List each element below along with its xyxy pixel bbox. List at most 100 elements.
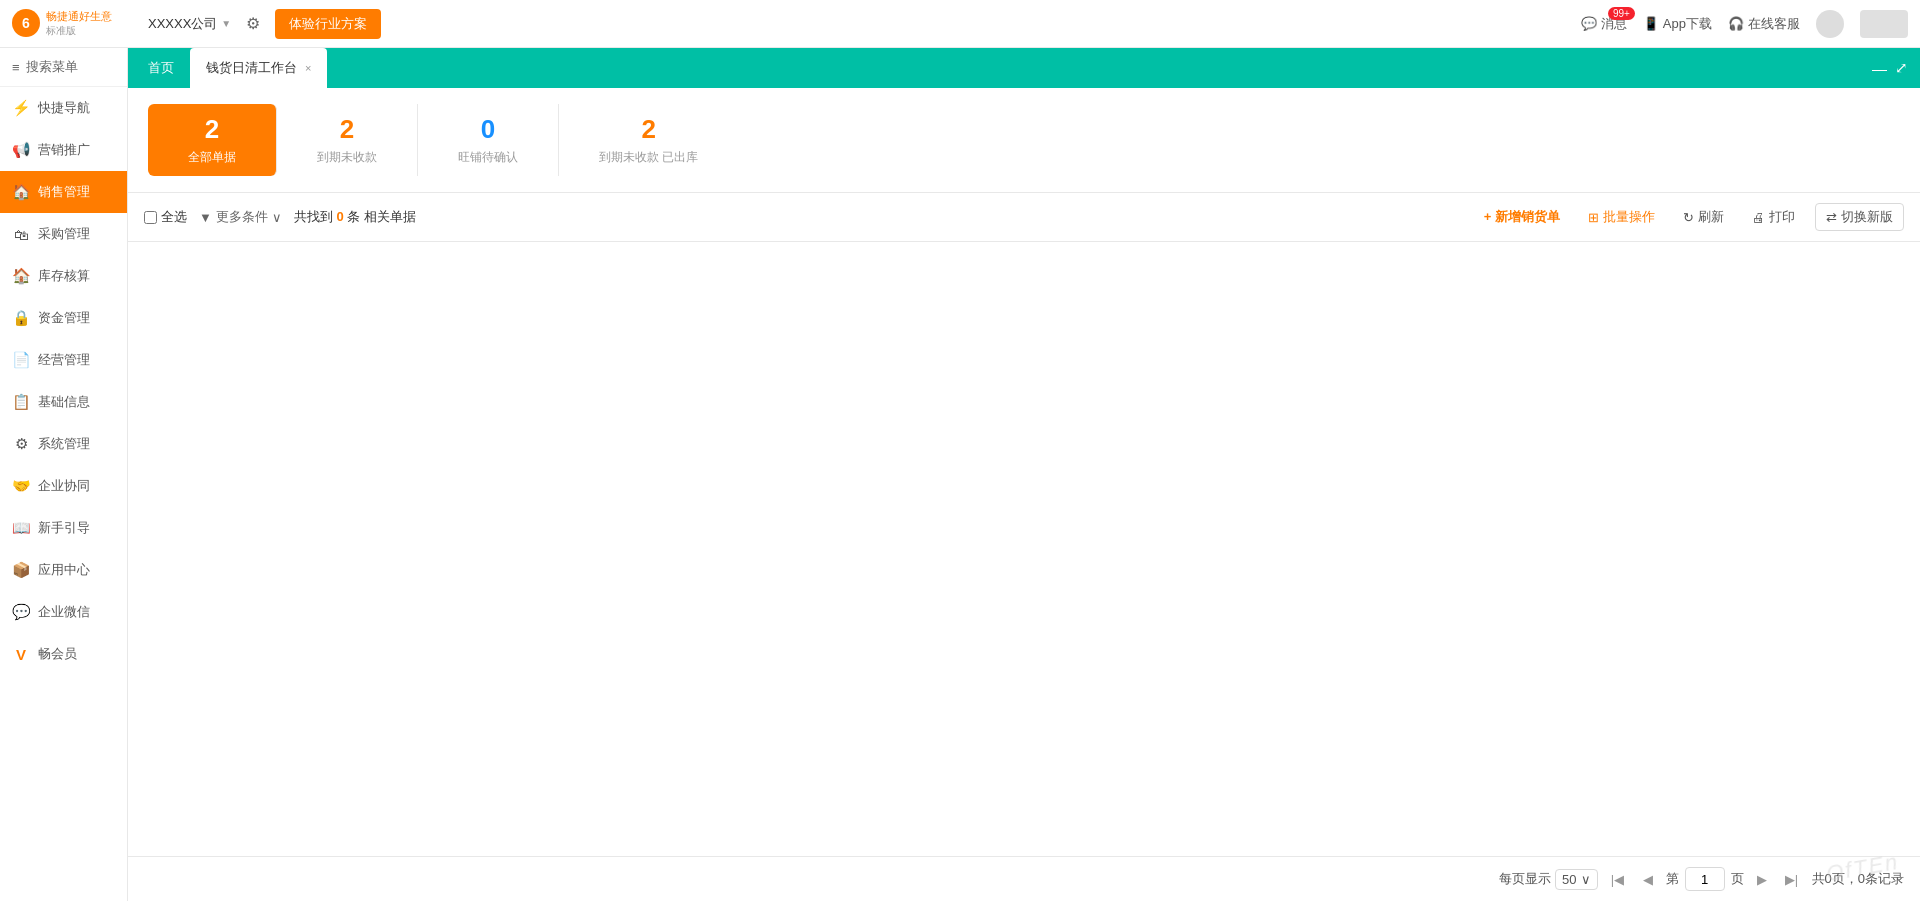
sidebar-item-label: 销售管理	[38, 183, 90, 201]
page-suffix: 页	[1731, 870, 1744, 888]
sidebar-item-label: 企业微信	[38, 603, 90, 621]
sidebar-item-label: 应用中心	[38, 561, 90, 579]
purchase-icon: 🛍	[12, 226, 30, 243]
refresh-icon: ↻	[1683, 210, 1694, 225]
refresh-label: 刷新	[1698, 208, 1724, 226]
sidebar-item-label: 畅会员	[38, 645, 77, 663]
settings-button[interactable]: ⚙	[239, 10, 267, 38]
search-menu-label: 搜索菜单	[26, 58, 78, 76]
select-all-input[interactable]	[144, 211, 157, 224]
found-count: 0	[337, 209, 344, 224]
message-button[interactable]: 💬 消息 99+	[1581, 15, 1627, 33]
switch-new-version-button[interactable]: ⇄ 切换新版	[1815, 203, 1904, 231]
page-navigation: |◀ ◀ 第 页 ▶ ▶|	[1606, 867, 1804, 891]
sidebar-item-operations[interactable]: 📄 经营管理	[0, 339, 127, 381]
add-sales-order-button[interactable]: + 新增销货单	[1476, 204, 1568, 230]
batch-icon: ⊞	[1588, 210, 1599, 225]
sidebar-item-label: 基础信息	[38, 393, 90, 411]
app-download-button[interactable]: 📱 App下载	[1643, 15, 1712, 33]
select-all-label: 全选	[161, 208, 187, 226]
tab-home-label: 首页	[148, 59, 174, 77]
online-service-button[interactable]: 🎧 在线客服	[1728, 15, 1800, 33]
stat-num-overdue-unpaid: 2	[340, 114, 354, 145]
basic-info-icon: 📋	[12, 393, 30, 411]
quick-nav-icon: ⚡	[12, 99, 30, 117]
sidebar-item-finance[interactable]: 🔒 资金管理	[0, 297, 127, 339]
switch-icon: ⇄	[1826, 210, 1837, 225]
select-all-checkbox[interactable]: 全选	[144, 208, 187, 226]
toolbar: 全选 ▼ 更多条件 ∨ 共找到 0 条 相关单据 + 新增销货单 ⊞	[128, 193, 1920, 242]
tab-close-icon[interactable]: ×	[305, 62, 311, 74]
stat-card-all[interactable]: 2 全部单据	[148, 104, 277, 176]
tab-bar-actions: — ⤢	[1872, 59, 1916, 77]
page-number-input[interactable]	[1685, 867, 1725, 891]
found-unit: 条	[347, 209, 360, 224]
app-download-icon: 📱	[1643, 16, 1659, 31]
batch-label: 批量操作	[1603, 208, 1655, 226]
sidebar-item-marketing[interactable]: 📢 营销推广	[0, 129, 127, 171]
sales-icon: 🏠	[12, 183, 30, 201]
sidebar-item-cooperation[interactable]: 🤝 企业协同	[0, 465, 127, 507]
sidebar-item-label: 库存核算	[38, 267, 90, 285]
stat-num-all: 2	[205, 114, 219, 145]
toolbar-right: + 新增销货单 ⊞ 批量操作 ↻ 刷新 🖨 打印 ⇄	[1476, 203, 1904, 231]
new-version-label: 切换新版	[1841, 208, 1893, 226]
company-selector[interactable]: XXXXX公司 ▼	[148, 15, 231, 33]
sidebar-item-app-center[interactable]: 📦 应用中心	[0, 549, 127, 591]
stat-card-overdue-unpaid[interactable]: 2 到期未收款	[277, 104, 418, 176]
sidebar-item-purchase[interactable]: 🛍 采购管理	[0, 213, 127, 255]
tab-active-label: 钱货日清工作台	[206, 59, 297, 77]
member-icon: V	[12, 646, 30, 663]
page-size-arrow: ∨	[1581, 872, 1591, 887]
batch-operation-button[interactable]: ⊞ 批量操作	[1580, 204, 1663, 230]
per-page-label: 每页显示	[1499, 870, 1551, 888]
system-icon: ⚙	[12, 435, 30, 453]
logo-area: 6 畅捷通好生意 标准版	[12, 9, 140, 37]
next-page-button[interactable]: ▶	[1750, 867, 1774, 891]
sidebar-item-basic-info[interactable]: 📋 基础信息	[0, 381, 127, 423]
table-area	[128, 242, 1920, 856]
tab-active[interactable]: 钱货日清工作台 ×	[190, 48, 327, 88]
sidebar-item-system[interactable]: ⚙ 系统管理	[0, 423, 127, 465]
tab-expand-button[interactable]: ⤢	[1895, 59, 1908, 77]
sidebar-item-inventory[interactable]: 🏠 库存核算	[0, 255, 127, 297]
sidebar-item-label: 经营管理	[38, 351, 90, 369]
refresh-button[interactable]: ↻ 刷新	[1675, 204, 1732, 230]
tab-home[interactable]: 首页	[132, 48, 190, 88]
stat-num-overdue-unshipped: 2	[641, 114, 655, 145]
filter-button[interactable]: ▼ 更多条件 ∨	[199, 208, 282, 226]
sidebar-item-label: 新手引导	[38, 519, 90, 537]
user-name[interactable]	[1860, 10, 1908, 38]
stat-card-pending-confirm[interactable]: 0 旺铺待确认	[418, 104, 559, 176]
inventory-icon: 🏠	[12, 267, 30, 285]
avatar[interactable]	[1816, 10, 1844, 38]
search-menu-button[interactable]: ≡ 搜索菜单	[0, 48, 127, 87]
sidebar-item-label: 营销推广	[38, 141, 90, 159]
first-page-button[interactable]: |◀	[1606, 867, 1630, 891]
sidebar-item-wechat[interactable]: 💬 企业微信	[0, 591, 127, 633]
page-size-dropdown[interactable]: 50 ∨	[1555, 869, 1597, 890]
print-label: 打印	[1769, 208, 1795, 226]
last-page-button[interactable]: ▶|	[1780, 867, 1804, 891]
sidebar-item-label: 系统管理	[38, 435, 90, 453]
page-label: 第	[1666, 870, 1679, 888]
sidebar-item-newbie[interactable]: 📖 新手引导	[0, 507, 127, 549]
headset-icon: 🎧	[1728, 16, 1744, 31]
stat-label-overdue-unpaid: 到期未收款	[317, 149, 377, 166]
online-service-label: 在线客服	[1748, 15, 1800, 33]
top-header: 6 畅捷通好生意 标准版 XXXXX公司 ▼ ⚙ 体验行业方案 💬 消息 99+…	[0, 0, 1920, 48]
found-text: 共找到 0 条 相关单据	[294, 208, 416, 226]
sidebar-item-quick-nav[interactable]: ⚡ 快捷导航	[0, 87, 127, 129]
sidebar-item-sales[interactable]: 🏠 销售管理	[0, 171, 127, 213]
search-icon: ≡	[12, 60, 20, 75]
prev-page-button[interactable]: ◀	[1636, 867, 1660, 891]
sidebar-item-label: 企业协同	[38, 477, 90, 495]
operations-icon: 📄	[12, 351, 30, 369]
print-button[interactable]: 🖨 打印	[1744, 204, 1803, 230]
experience-button[interactable]: 体验行业方案	[275, 9, 381, 39]
stat-card-overdue-unshipped[interactable]: 2 到期未收款 已出库	[559, 104, 738, 176]
tab-minimize-button[interactable]: —	[1872, 60, 1887, 77]
marketing-icon: 📢	[12, 141, 30, 159]
sidebar: ≡ 搜索菜单 ⚡ 快捷导航 📢 营销推广 🏠 销售管理 🛍 采购管理 🏠 库存核…	[0, 48, 128, 901]
sidebar-item-member[interactable]: V 畅会员	[0, 633, 127, 675]
